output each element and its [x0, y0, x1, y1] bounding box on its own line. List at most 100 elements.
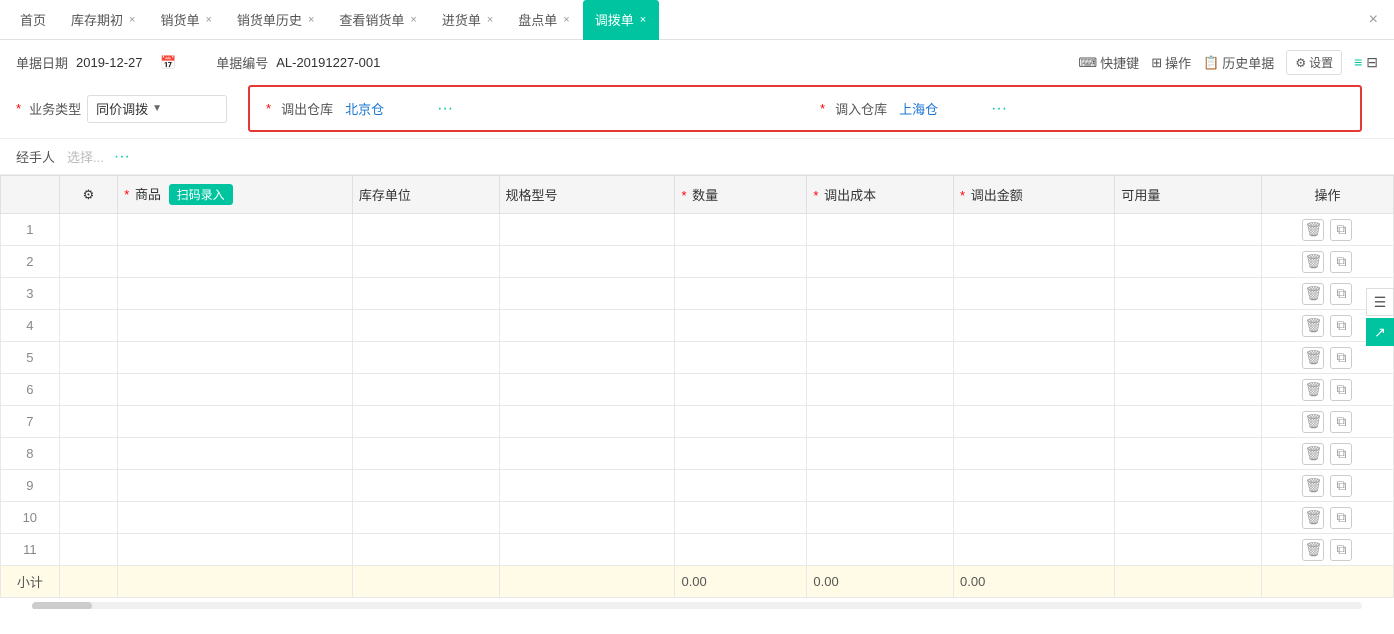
out-wh-value[interactable]: 北京仓 [345, 99, 425, 118]
delete-icon[interactable]: 🗑 [1302, 315, 1324, 337]
row-amount[interactable] [954, 406, 1115, 438]
delete-icon[interactable]: 🗑 [1302, 411, 1324, 433]
row-product[interactable] [118, 214, 353, 246]
row-cost[interactable] [807, 214, 954, 246]
shortcut-btn[interactable]: ⌨ 快捷键 [1078, 53, 1139, 72]
delete-icon[interactable]: 🗑 [1302, 507, 1324, 529]
settings-btn[interactable]: ⚙ 设置 [1286, 50, 1342, 75]
row-qty[interactable] [675, 214, 807, 246]
row-unit[interactable] [352, 534, 499, 566]
sidebar-list-icon[interactable]: ☰ [1366, 288, 1394, 316]
row-qty[interactable] [675, 310, 807, 342]
row-unit[interactable] [352, 502, 499, 534]
copy-icon[interactable]: ⧉ [1330, 475, 1352, 497]
row-qty[interactable] [675, 502, 807, 534]
row-amount[interactable] [954, 310, 1115, 342]
row-spec[interactable] [499, 310, 675, 342]
row-product[interactable] [118, 534, 353, 566]
tab-inventory-check[interactable]: 盘点单 × [506, 0, 582, 40]
copy-icon[interactable]: ⧉ [1330, 539, 1352, 561]
row-unit[interactable] [352, 246, 499, 278]
tab-sales-history[interactable]: 销货单历史 × [225, 0, 327, 40]
row-qty[interactable] [675, 246, 807, 278]
row-product[interactable] [118, 438, 353, 470]
copy-icon[interactable]: ⧉ [1330, 411, 1352, 433]
scan-btn[interactable]: 扫码录入 [169, 184, 233, 205]
row-amount[interactable] [954, 374, 1115, 406]
row-amount[interactable] [954, 438, 1115, 470]
row-qty[interactable] [675, 406, 807, 438]
row-cost[interactable] [807, 502, 954, 534]
row-cost[interactable] [807, 278, 954, 310]
delete-icon[interactable]: 🗑 [1302, 283, 1324, 305]
tab-close-purchase-order[interactable]: × [487, 14, 493, 26]
delete-icon[interactable]: 🗑 [1302, 539, 1324, 561]
delete-icon[interactable]: 🗑 [1302, 251, 1324, 273]
row-unit[interactable] [352, 342, 499, 374]
row-product[interactable] [118, 406, 353, 438]
row-unit[interactable] [352, 214, 499, 246]
row-cost[interactable] [807, 438, 954, 470]
copy-icon[interactable]: ⧉ [1330, 443, 1352, 465]
tab-close-view-sales[interactable]: × [410, 14, 416, 26]
row-spec[interactable] [499, 406, 675, 438]
tab-close-transfer-order[interactable]: × [640, 14, 646, 26]
copy-icon[interactable]: ⧉ [1330, 219, 1352, 241]
delete-icon[interactable]: 🗑 [1302, 443, 1324, 465]
row-unit[interactable] [352, 374, 499, 406]
row-product[interactable] [118, 374, 353, 406]
row-spec[interactable] [499, 534, 675, 566]
in-wh-more[interactable]: ··· [987, 101, 1011, 117]
row-qty[interactable] [675, 534, 807, 566]
row-unit[interactable] [352, 406, 499, 438]
doc-date-value[interactable]: 2019-12-27 [76, 55, 156, 70]
row-qty[interactable] [675, 438, 807, 470]
close-all-tabs[interactable]: × [1361, 11, 1386, 29]
layout-list-icon[interactable]: ≡ [1354, 54, 1362, 71]
tab-close-inventory-init[interactable]: × [129, 14, 135, 26]
row-qty[interactable] [675, 374, 807, 406]
row-spec[interactable] [499, 470, 675, 502]
row-amount[interactable] [954, 214, 1115, 246]
delete-icon[interactable]: 🗑 [1302, 475, 1324, 497]
calendar-icon[interactable]: 📅 [160, 55, 176, 71]
row-unit[interactable] [352, 278, 499, 310]
copy-icon[interactable]: ⧉ [1330, 283, 1352, 305]
row-unit[interactable] [352, 438, 499, 470]
row-spec[interactable] [499, 438, 675, 470]
row-spec[interactable] [499, 278, 675, 310]
delete-icon[interactable]: 🗑 [1302, 379, 1324, 401]
delete-icon[interactable]: 🗑 [1302, 347, 1324, 369]
tab-view-sales[interactable]: 查看销货单 × [327, 0, 429, 40]
row-cost[interactable] [807, 374, 954, 406]
copy-icon[interactable]: ⧉ [1330, 251, 1352, 273]
row-amount[interactable] [954, 246, 1115, 278]
row-qty[interactable] [675, 342, 807, 374]
copy-icon[interactable]: ⧉ [1330, 379, 1352, 401]
row-unit[interactable] [352, 310, 499, 342]
tab-transfer-order[interactable]: 调拨单 × [583, 0, 659, 40]
row-product[interactable] [118, 342, 353, 374]
row-cost[interactable] [807, 470, 954, 502]
tab-inventory-init[interactable]: 库存期初 × [59, 0, 148, 40]
row-spec[interactable] [499, 374, 675, 406]
tab-close-sales-history[interactable]: × [308, 14, 314, 26]
row-amount[interactable] [954, 470, 1115, 502]
tab-purchase-order[interactable]: 进货单 × [430, 0, 506, 40]
row-product[interactable] [118, 310, 353, 342]
operation-btn[interactable]: ⊞ 操作 [1151, 53, 1191, 72]
row-cost[interactable] [807, 342, 954, 374]
row-unit[interactable] [352, 470, 499, 502]
sidebar-export-icon[interactable]: ↗ [1366, 318, 1394, 346]
row-cost[interactable] [807, 406, 954, 438]
row-cost[interactable] [807, 534, 954, 566]
row-amount[interactable] [954, 278, 1115, 310]
copy-icon[interactable]: ⧉ [1330, 347, 1352, 369]
row-amount[interactable] [954, 534, 1115, 566]
row-spec[interactable] [499, 246, 675, 278]
row-product[interactable] [118, 470, 353, 502]
row-spec[interactable] [499, 214, 675, 246]
business-type-select[interactable]: 同价调拨 ▼ [87, 95, 227, 123]
row-cost[interactable] [807, 310, 954, 342]
row-product[interactable] [118, 246, 353, 278]
